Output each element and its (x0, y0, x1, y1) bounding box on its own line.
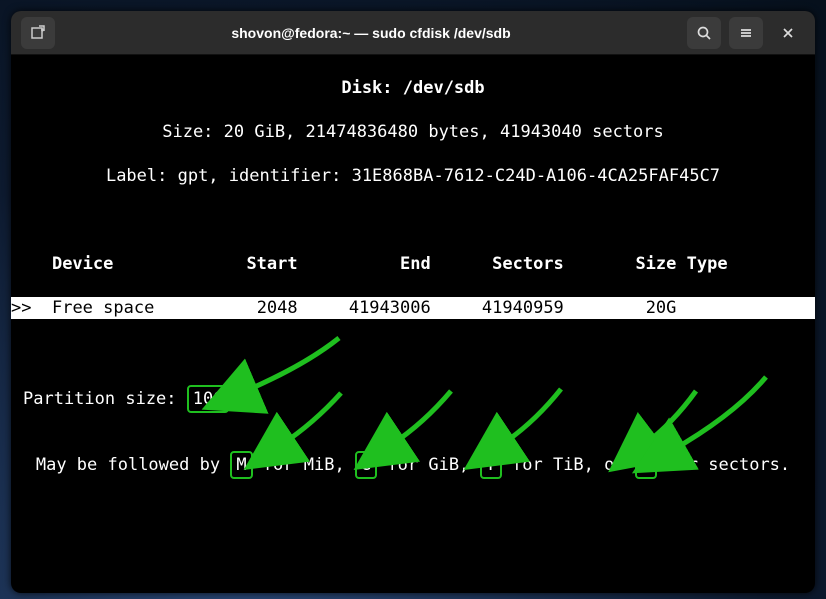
row-sectors: 41940959 (482, 298, 564, 318)
row-size: 20G (646, 298, 677, 318)
footer-hint: May be followed by M for MiB, G for GiB,… (11, 451, 815, 479)
unit-g: G (355, 451, 377, 479)
unit-s: S (635, 451, 657, 479)
size-line: Size: 20 GiB, 21474836480 bytes, 4194304… (11, 121, 815, 143)
col-sectors: Sectors (492, 254, 564, 274)
col-device: Device (52, 254, 113, 274)
new-tab-button[interactable] (21, 17, 55, 49)
partition-size-input[interactable]: 10G (187, 385, 230, 413)
search-button[interactable] (687, 17, 721, 49)
col-end: End (400, 254, 431, 274)
col-size: Size (635, 254, 676, 274)
titlebar: shovon@fedora:~ — sudo cfdisk /dev/sdb (11, 11, 815, 55)
unit-t: T (480, 451, 502, 479)
unit-m: M (230, 451, 252, 479)
row-end: 41943006 (349, 298, 431, 318)
label-line: Label: gpt, identifier: 31E868BA-7612-C2… (11, 165, 815, 187)
table-row[interactable]: >> Free space 2048 41943006 41940959 20G (11, 297, 815, 319)
partition-size-prompt: Partition size: 10G (23, 385, 229, 413)
row-device: Free space (52, 298, 154, 318)
col-type: Type (687, 254, 728, 274)
row-cursor: >> (11, 298, 31, 318)
window-title: shovon@fedora:~ — sudo cfdisk /dev/sdb (59, 25, 683, 41)
terminal-content[interactable]: Disk: /dev/sdb Size: 20 GiB, 21474836480… (11, 55, 815, 593)
menu-button[interactable] (729, 17, 763, 49)
prompt-label: Partition size: (23, 389, 187, 409)
terminal-window: shovon@fedora:~ — sudo cfdisk /dev/sdb D… (11, 11, 815, 593)
disk-header: Disk: /dev/sdb (11, 77, 815, 99)
row-start: 2048 (257, 298, 298, 318)
col-start: Start (246, 254, 297, 274)
close-button[interactable] (771, 17, 805, 49)
table-header: Device Start End Sectors Size Type (11, 253, 815, 275)
